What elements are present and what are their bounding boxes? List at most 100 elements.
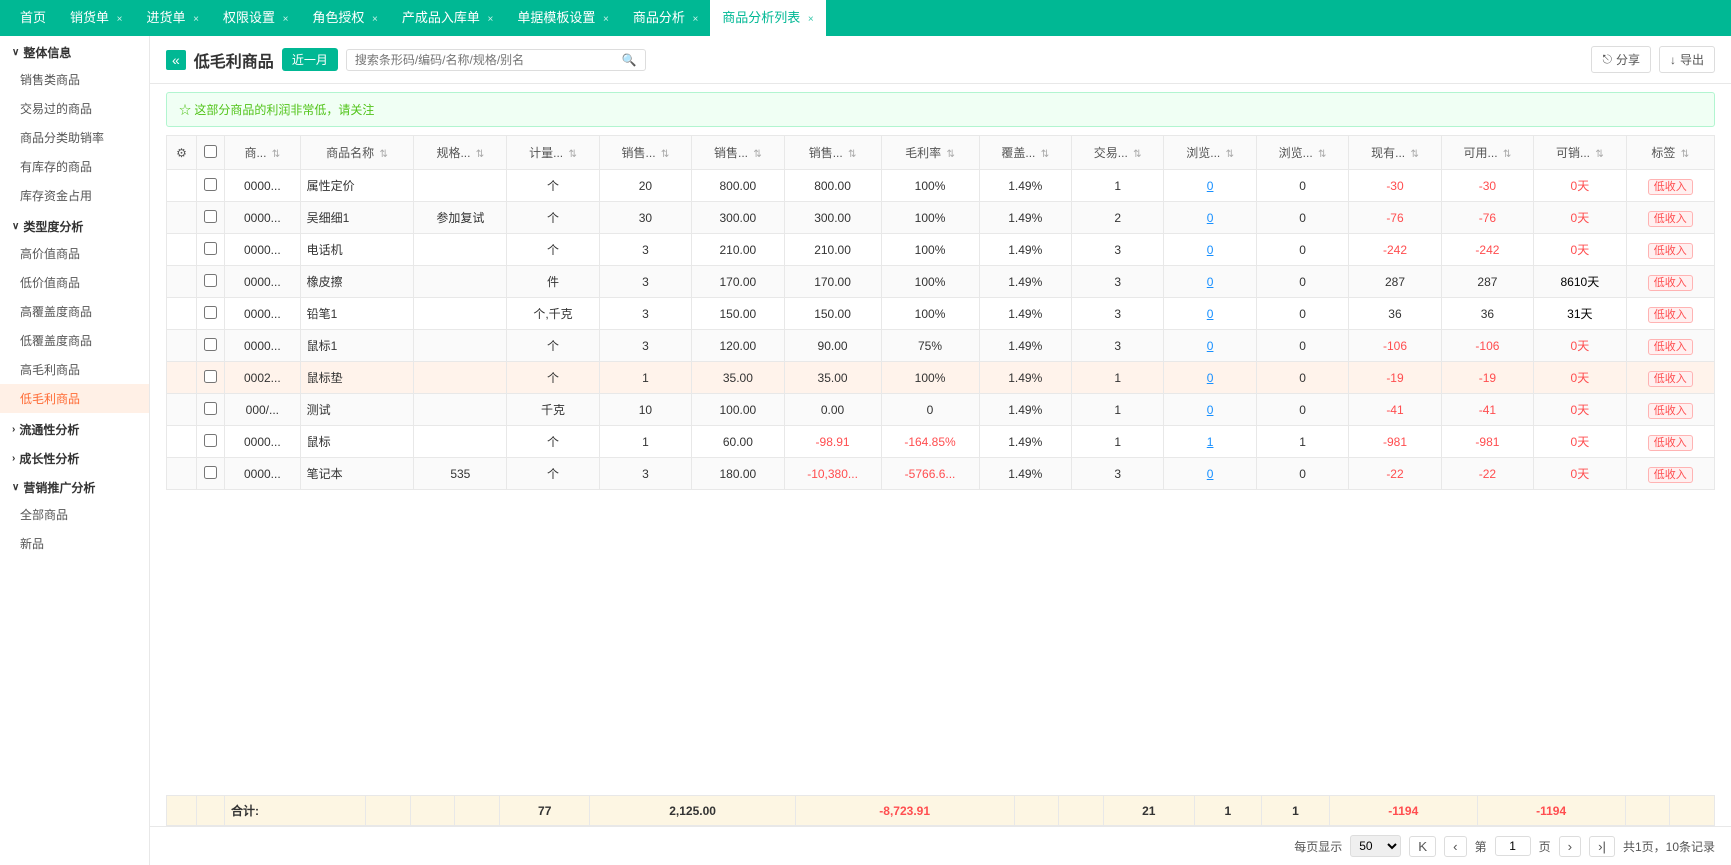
- row-checkbox[interactable]: [204, 466, 217, 479]
- close-icon[interactable]: ×: [488, 14, 494, 25]
- sidebar-group-growth[interactable]: › 成长性分析: [0, 442, 149, 471]
- views1-cell[interactable]: 0: [1164, 458, 1256, 490]
- nav-home[interactable]: 首页: [8, 0, 58, 36]
- share-button[interactable]: ⎋ 分享: [1591, 46, 1651, 73]
- row-checkbox[interactable]: [204, 434, 217, 447]
- checkbox-cell[interactable]: [197, 394, 225, 426]
- views1-cell[interactable]: 1: [1164, 426, 1256, 458]
- col-trade[interactable]: 交易... ⇅: [1071, 136, 1163, 170]
- col-current-stock[interactable]: 现有... ⇅: [1349, 136, 1441, 170]
- views1-cell[interactable]: 0: [1164, 362, 1256, 394]
- checkbox-cell[interactable]: [197, 170, 225, 202]
- close-icon[interactable]: ×: [117, 14, 123, 25]
- settings-col-header[interactable]: ⚙: [167, 136, 197, 170]
- close-icon[interactable]: ×: [193, 14, 199, 25]
- views1-cell[interactable]: 0: [1164, 234, 1256, 266]
- sidebar-item-category-rate[interactable]: 商品分类助销率: [0, 123, 149, 152]
- available-cell: -22: [1441, 458, 1533, 490]
- checkbox-cell[interactable]: [197, 362, 225, 394]
- row-checkbox[interactable]: [204, 242, 217, 255]
- sidebar-item-low-margin[interactable]: 低毛利商品: [0, 384, 149, 413]
- sidebar-group-liquidity[interactable]: › 流通性分析: [0, 413, 149, 442]
- checkbox-col-header[interactable]: [197, 136, 225, 170]
- sidebar-item-high-value[interactable]: 高价值商品: [0, 239, 149, 268]
- col-spec[interactable]: 规格... ⇅: [414, 136, 507, 170]
- nav-permissions[interactable]: 权限设置 ×: [211, 0, 300, 36]
- available-cell: -41: [1441, 394, 1533, 426]
- views1-cell[interactable]: 0: [1164, 202, 1256, 234]
- views1-cell[interactable]: 0: [1164, 394, 1256, 426]
- export-button[interactable]: ↓ 导出: [1659, 46, 1715, 73]
- nav-product-entry[interactable]: 产成品入库单 ×: [390, 0, 505, 36]
- col-margin[interactable]: 毛利率 ⇅: [881, 136, 979, 170]
- close-icon[interactable]: ×: [692, 14, 698, 25]
- nav-role-auth[interactable]: 角色授权 ×: [300, 0, 389, 36]
- row-checkbox[interactable]: [204, 306, 217, 319]
- sidebar-item-high-margin[interactable]: 高毛利商品: [0, 355, 149, 384]
- col-tag[interactable]: 标签 ⇅: [1626, 136, 1714, 170]
- nav-purchase-order[interactable]: 进货单 ×: [134, 0, 210, 36]
- select-all-checkbox[interactable]: [204, 145, 217, 158]
- row-checkbox[interactable]: [204, 370, 217, 383]
- row-checkbox[interactable]: [204, 338, 217, 351]
- col-sales-amount[interactable]: 销售... ⇅: [692, 136, 784, 170]
- checkbox-cell[interactable]: [197, 426, 225, 458]
- sidebar-group-overall[interactable]: ∨ 整体信息: [0, 36, 149, 65]
- close-icon[interactable]: ×: [808, 14, 814, 25]
- nav-product-analysis-list[interactable]: 商品分析列表 ×: [710, 0, 825, 36]
- close-icon[interactable]: ×: [603, 14, 609, 25]
- col-views1[interactable]: 浏览... ⇅: [1164, 136, 1256, 170]
- col-sales-profit[interactable]: 销售... ⇅: [784, 136, 881, 170]
- prev-page-button[interactable]: ‹: [1444, 836, 1466, 857]
- spec-cell: [414, 234, 507, 266]
- sidebar-item-high-coverage[interactable]: 高覆盖度商品: [0, 297, 149, 326]
- views1-cell[interactable]: 0: [1164, 330, 1256, 362]
- sellable-days-cell: 0天: [1534, 458, 1626, 490]
- sidebar-group-marketing[interactable]: ∨ 营销推广分析: [0, 471, 149, 500]
- row-checkbox[interactable]: [204, 402, 217, 415]
- col-unit[interactable]: 计量... ⇅: [507, 136, 599, 170]
- nav-template-settings[interactable]: 单据模板设置 ×: [505, 0, 620, 36]
- col-sales-qty[interactable]: 销售... ⇅: [599, 136, 691, 170]
- col-available[interactable]: 可用... ⇅: [1441, 136, 1533, 170]
- sidebar-item-new-goods[interactable]: 新品: [0, 529, 149, 558]
- sidebar-item-low-coverage[interactable]: 低覆盖度商品: [0, 326, 149, 355]
- checkbox-cell[interactable]: [197, 266, 225, 298]
- first-page-button[interactable]: K: [1409, 836, 1436, 857]
- col-sellable-days[interactable]: 可销... ⇅: [1534, 136, 1626, 170]
- col-code[interactable]: 商... ⇅: [225, 136, 301, 170]
- sidebar-item-stock-goods[interactable]: 有库存的商品: [0, 152, 149, 181]
- search-input[interactable]: [355, 53, 622, 67]
- sidebar-item-sales-goods[interactable]: 销售类商品: [0, 65, 149, 94]
- checkbox-cell[interactable]: [197, 202, 225, 234]
- row-checkbox[interactable]: [204, 210, 217, 223]
- checkbox-cell[interactable]: [197, 458, 225, 490]
- close-icon[interactable]: ×: [283, 14, 289, 25]
- sidebar-item-stock-capital[interactable]: 库存资金占用: [0, 181, 149, 210]
- sidebar-item-low-value[interactable]: 低价值商品: [0, 268, 149, 297]
- row-checkbox[interactable]: [204, 274, 217, 287]
- views1-cell[interactable]: 0: [1164, 298, 1256, 330]
- col-coverage[interactable]: 覆盖... ⇅: [979, 136, 1071, 170]
- sidebar-group-type-analysis[interactable]: ∨ 类型度分析: [0, 210, 149, 239]
- row-checkbox[interactable]: [204, 178, 217, 191]
- checkbox-cell[interactable]: [197, 234, 225, 266]
- search-icon[interactable]: 🔍: [622, 53, 637, 67]
- checkbox-cell[interactable]: [197, 298, 225, 330]
- views1-cell[interactable]: 0: [1164, 266, 1256, 298]
- sidebar-item-traded-goods[interactable]: 交易过的商品: [0, 94, 149, 123]
- time-filter-button[interactable]: 近一月: [282, 48, 338, 71]
- nav-product-analysis[interactable]: 商品分析 ×: [621, 0, 710, 36]
- collapse-sidebar-button[interactable]: «: [166, 50, 186, 70]
- page-size-select[interactable]: 50 100 200: [1350, 835, 1401, 857]
- col-views2[interactable]: 浏览... ⇅: [1256, 136, 1348, 170]
- checkbox-cell[interactable]: [197, 330, 225, 362]
- nav-sales-order[interactable]: 销货单 ×: [58, 0, 134, 36]
- next-page-button[interactable]: ›: [1559, 836, 1581, 857]
- col-name[interactable]: 商品名称 ⇅: [300, 136, 414, 170]
- views1-cell[interactable]: 0: [1164, 170, 1256, 202]
- close-icon[interactable]: ×: [372, 14, 378, 25]
- sidebar-item-all-goods[interactable]: 全部商品: [0, 500, 149, 529]
- page-number-input[interactable]: [1495, 836, 1531, 856]
- last-page-button[interactable]: ›|: [1589, 836, 1615, 857]
